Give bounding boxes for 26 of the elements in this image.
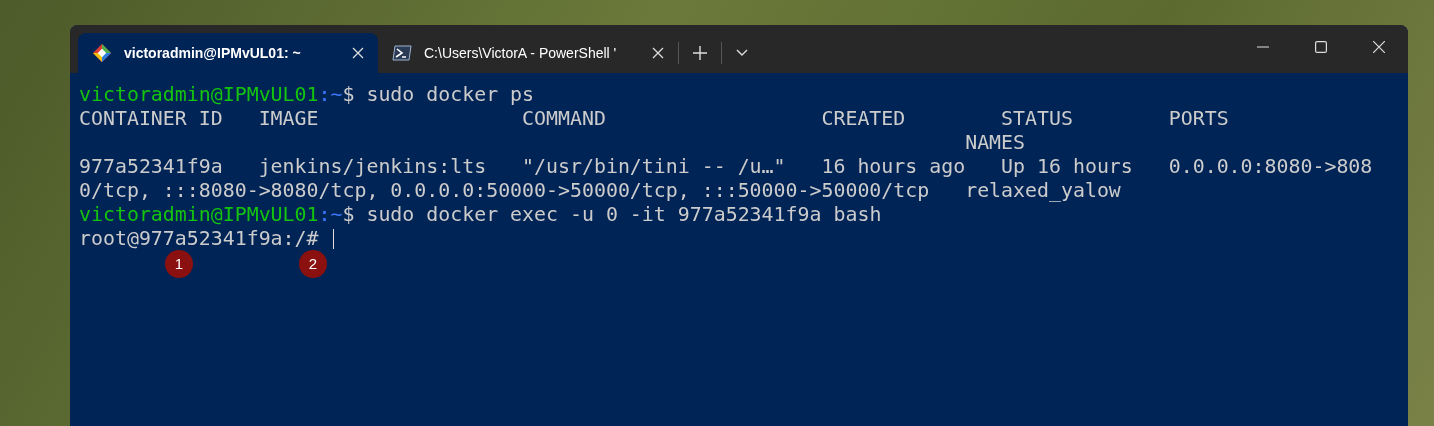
- output-text: 0/tcp, :::8080->8080/tcp, 0.0.0.0:50000->50000/tcp, :::50000->50000/tcp relaxed_yalow: [79, 179, 1121, 202]
- maximize-icon[interactable]: [1315, 41, 1327, 53]
- close-icon[interactable]: [652, 47, 664, 59]
- new-tab-icon[interactable]: [693, 46, 707, 60]
- command-text: $ sudo docker exec -u 0 -it 977a52341f9a bash: [342, 203, 882, 226]
- tab-title: C:\Users\VictorA - PowerShell ': [424, 45, 618, 61]
- diamond-icon: [92, 43, 112, 63]
- chevron-down-icon[interactable]: [736, 49, 748, 57]
- prompt-user: victoradmin@IPMvUL01: [79, 203, 319, 226]
- prompt-path: :~: [318, 203, 343, 226]
- text-cursor: [332, 229, 334, 249]
- powershell-icon: [392, 43, 412, 63]
- output-text: CONTAINER ID IMAGE COMMAND CREATED STATUS PORTS: [79, 107, 1229, 130]
- close-icon[interactable]: [352, 47, 364, 59]
- prompt-user: victoradmin@IPMvUL01: [79, 83, 319, 106]
- terminal-tab[interactable]: C:\Users\VictorA - PowerShell ': [378, 33, 678, 73]
- terminal-tab[interactable]: victoradmin@IPMvUL01: ~: [78, 33, 378, 73]
- root-prompt: root@977a52341f9a:/#: [79, 227, 319, 251]
- prompt-path: :~: [318, 83, 343, 106]
- command-text: $ sudo docker ps: [342, 83, 535, 106]
- annotation-marker: 2: [299, 250, 327, 278]
- output-text: 977a52341f9a jenkins/jenkins:lts "/usr/bin/tini -- /u…" 16 hours ago Up 16 hours 0.0.0.0:8080->808: [79, 155, 1373, 178]
- close-icon[interactable]: [1373, 41, 1385, 53]
- tab-title: victoradmin@IPMvUL01: ~: [124, 45, 302, 61]
- annotation-marker: 1: [165, 250, 193, 278]
- output-text: NAMES: [964, 131, 1026, 154]
